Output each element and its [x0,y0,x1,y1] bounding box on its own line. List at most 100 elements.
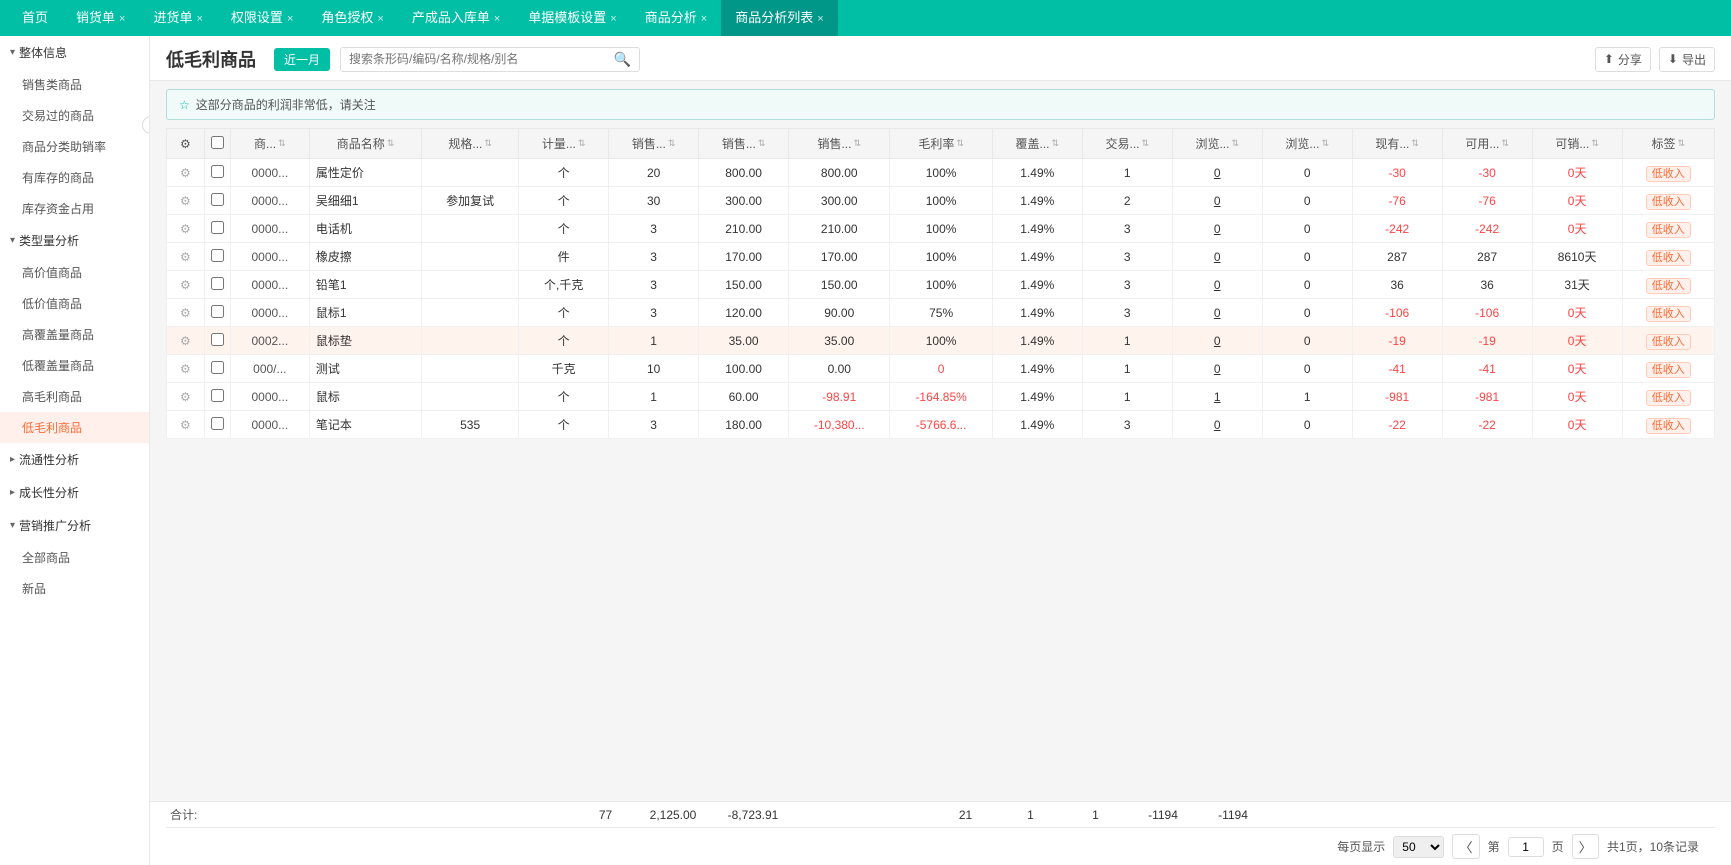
sidebar-item-high-profit[interactable]: 高毛利商品 [0,381,149,412]
col-view2[interactable]: 浏览... ⇅ [1262,129,1352,159]
nav-goods-analysis[interactable]: 商品分析× [631,0,721,36]
select-all-checkbox[interactable] [211,136,224,149]
sidebar-item-stock-capital[interactable]: 库存资金占用 [0,193,149,224]
nav-template[interactable]: 单据模板设置× [514,0,630,36]
row-checkbox-cell[interactable] [204,383,230,411]
col-code[interactable]: 商... ⇅ [230,129,309,159]
sidebar-group-overall-title[interactable]: ▾ 整体信息 [0,36,149,69]
prev-page-btn[interactable]: 〈 [1452,834,1479,859]
row-checkbox[interactable] [211,249,224,262]
row-settings[interactable]: ⚙ [167,271,205,299]
sidebar-item-low-value[interactable]: 低价值商品 [0,288,149,319]
row-settings[interactable]: ⚙ [167,243,205,271]
row-checkbox-cell[interactable] [204,159,230,187]
share-btn[interactable]: ⬆ 分享 [1595,47,1651,72]
sidebar-item-low-profit[interactable]: 低毛利商品 [0,412,149,443]
row-view1[interactable]: 0 [1172,411,1262,439]
col-gross-margin[interactable]: 毛利率 ⇅ [890,129,992,159]
col-sales-price[interactable]: 销售... ⇅ [699,129,789,159]
nav-goods-analysis-list[interactable]: 商品分析列表× [721,0,837,36]
close-template-tab[interactable]: × [610,13,616,25]
sidebar-group-flow-title[interactable]: ▸ 流通性分析 [0,443,149,476]
nav-home[interactable]: 首页 [8,0,62,36]
col-available-stock[interactable]: 可用... ⇅ [1442,129,1532,159]
sidebar-item-category-assist[interactable]: 商品分类助销率 [0,131,149,162]
row-checkbox-cell[interactable] [204,327,230,355]
close-purchase-tab[interactable]: × [196,13,202,25]
row-view1[interactable]: 0 [1172,215,1262,243]
per-page-select[interactable]: 50 100 200 [1393,836,1444,858]
col-checkbox[interactable] [204,129,230,159]
col-current-stock[interactable]: 现有... ⇅ [1352,129,1442,159]
sidebar-item-high-coverage[interactable]: 高覆盖量商品 [0,319,149,350]
close-role-tab[interactable]: × [377,13,383,25]
row-checkbox[interactable] [211,417,224,430]
close-sales-tab[interactable]: × [119,13,125,25]
row-settings[interactable]: ⚙ [167,411,205,439]
col-name[interactable]: 商品名称 ⇅ [309,129,421,159]
nav-product-entry[interactable]: 产成品入库单× [398,0,514,36]
nav-purchase[interactable]: 进货单× [139,0,216,36]
nav-sales[interactable]: 销货单× [62,0,139,36]
search-input[interactable] [349,52,614,66]
page-number-input[interactable] [1508,837,1544,857]
row-checkbox-cell[interactable] [204,411,230,439]
next-page-btn[interactable]: 〉 [1572,834,1599,859]
row-view1[interactable]: 0 [1172,355,1262,383]
sidebar-item-traded-goods[interactable]: 交易过的商品 [0,100,149,131]
row-view1[interactable]: 0 [1172,159,1262,187]
row-view1[interactable]: 1 [1172,383,1262,411]
close-goods-analysis-tab[interactable]: × [701,13,707,25]
row-checkbox-cell[interactable] [204,243,230,271]
col-sales-qty[interactable]: 销售... ⇅ [609,129,699,159]
row-checkbox[interactable] [211,333,224,346]
row-checkbox[interactable] [211,361,224,374]
row-settings[interactable]: ⚙ [167,159,205,187]
sidebar-group-growth-title[interactable]: ▸ 成长性分析 [0,476,149,509]
row-settings[interactable]: ⚙ [167,355,205,383]
row-view1[interactable]: 0 [1172,299,1262,327]
sidebar-item-high-value[interactable]: 高价值商品 [0,257,149,288]
row-checkbox[interactable] [211,277,224,290]
close-goods-analysis-list-tab[interactable]: × [817,13,823,25]
row-checkbox[interactable] [211,221,224,234]
col-tag[interactable]: 标签 ⇅ [1622,129,1714,159]
row-checkbox-cell[interactable] [204,271,230,299]
col-trade-count[interactable]: 交易... ⇅ [1082,129,1172,159]
row-settings[interactable]: ⚙ [167,187,205,215]
row-settings[interactable]: ⚙ [167,215,205,243]
col-coverage[interactable]: 覆盖... ⇅ [992,129,1082,159]
row-view1[interactable]: 0 [1172,243,1262,271]
row-checkbox[interactable] [211,389,224,402]
row-settings[interactable]: ⚙ [167,299,205,327]
nav-permission[interactable]: 权限设置× [217,0,307,36]
row-view1[interactable]: 0 [1172,327,1262,355]
row-checkbox[interactable] [211,305,224,318]
row-checkbox-cell[interactable] [204,355,230,383]
date-filter-btn[interactable]: 近一月 [274,48,330,71]
close-product-entry-tab[interactable]: × [494,13,500,25]
row-settings[interactable]: ⚙ [167,383,205,411]
sidebar-item-stock-goods[interactable]: 有库存的商品 [0,162,149,193]
sidebar-group-marketing-title[interactable]: ▾ 营销推广分析 [0,509,149,542]
nav-role[interactable]: 角色授权× [307,0,397,36]
sidebar-item-low-coverage[interactable]: 低覆盖量商品 [0,350,149,381]
row-checkbox[interactable] [211,193,224,206]
sidebar-item-new-goods[interactable]: 新品 [0,573,149,604]
row-checkbox-cell[interactable] [204,215,230,243]
col-spec[interactable]: 规格... ⇅ [422,129,519,159]
row-checkbox[interactable] [211,165,224,178]
close-permission-tab[interactable]: × [287,13,293,25]
sidebar-item-all-goods[interactable]: 全部商品 [0,542,149,573]
col-unit[interactable]: 计量... ⇅ [519,129,609,159]
col-saleable-days[interactable]: 可销... ⇅ [1532,129,1622,159]
row-checkbox-cell[interactable] [204,299,230,327]
col-view1[interactable]: 浏览... ⇅ [1172,129,1262,159]
export-btn[interactable]: ⬇ 导出 [1659,47,1715,72]
col-settings[interactable]: ⚙ [167,129,205,159]
row-view1[interactable]: 0 [1172,187,1262,215]
col-sales-amount[interactable]: 销售... ⇅ [789,129,890,159]
sidebar-group-type-title[interactable]: ▾ 类型量分析 [0,224,149,257]
sidebar-item-sales-goods[interactable]: 销售类商品 [0,69,149,100]
row-view1[interactable]: 0 [1172,271,1262,299]
